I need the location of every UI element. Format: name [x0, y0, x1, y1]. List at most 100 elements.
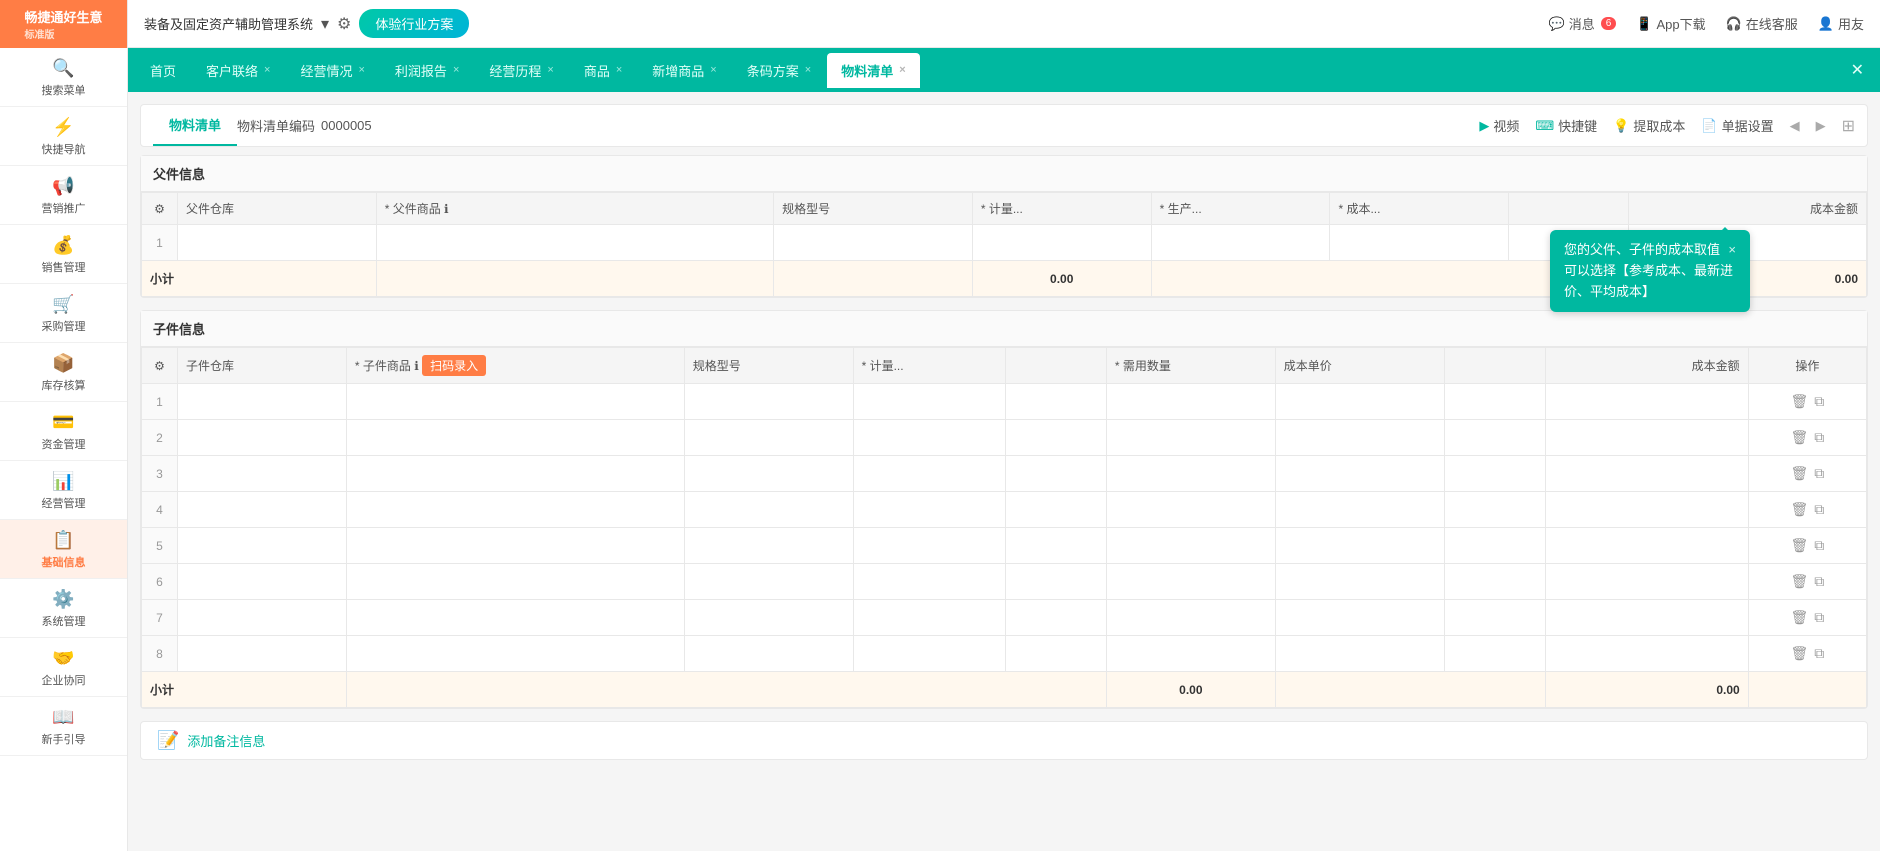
- child-row-4-goods[interactable]: [346, 492, 684, 528]
- child-row-2-warehouse[interactable]: [178, 420, 347, 456]
- child-row-3-warehouse[interactable]: [178, 456, 347, 492]
- delete-icon[interactable]: 🗑: [1790, 465, 1808, 482]
- app-download-item[interactable]: 📱 App下载: [1636, 14, 1705, 33]
- child-row-8-spec[interactable]: [684, 636, 853, 672]
- add-note-button[interactable]: 添加备注信息: [187, 731, 265, 750]
- sidebar-item-purchase[interactable]: 🛒 采购管理: [0, 284, 127, 343]
- child-row-4-warehouse[interactable]: [178, 492, 347, 528]
- child-row-3-quantity[interactable]: [853, 456, 1005, 492]
- user-item[interactable]: 👤 用友: [1818, 14, 1864, 33]
- child-row-2-unit-cost[interactable]: [1275, 420, 1444, 456]
- child-row-7-quantity[interactable]: [853, 600, 1005, 636]
- delete-icon[interactable]: 🗑: [1790, 537, 1808, 554]
- tab-op-status-close[interactable]: ×: [358, 64, 364, 76]
- copy-icon[interactable]: ⧉: [1814, 501, 1824, 518]
- child-row-1-amount[interactable]: [1546, 384, 1749, 420]
- child-row-2-spec[interactable]: [684, 420, 853, 456]
- parent-warehouse-cell[interactable]: [178, 225, 377, 261]
- tab-profit-close[interactable]: ×: [453, 64, 459, 76]
- tab-bom[interactable]: 物料清单 ×: [827, 53, 919, 88]
- child-row-6-goods[interactable]: [346, 564, 684, 600]
- child-row-4-unit-cost[interactable]: [1275, 492, 1444, 528]
- child-row-7-amount[interactable]: [1546, 600, 1749, 636]
- sidebar-item-quick-nav[interactable]: ⚡ 快捷导航: [0, 107, 127, 166]
- child-row-2-need-qty[interactable]: [1106, 420, 1275, 456]
- child-row-8-amount[interactable]: [1546, 636, 1749, 672]
- tab-barcode[interactable]: 条码方案 ×: [733, 53, 825, 88]
- child-row-4-quantity[interactable]: [853, 492, 1005, 528]
- child-row-6-spec[interactable]: [684, 564, 853, 600]
- child-row-7-warehouse[interactable]: [178, 600, 347, 636]
- system-dropdown-button[interactable]: ▾: [321, 14, 329, 34]
- message-item[interactable]: 💬 消息 6: [1549, 14, 1617, 33]
- child-row-7-spec[interactable]: [684, 600, 853, 636]
- tab-home[interactable]: 首页: [136, 53, 190, 88]
- child-row-4-spec[interactable]: [684, 492, 853, 528]
- child-row-3-amount[interactable]: [1546, 456, 1749, 492]
- child-row-1-warehouse[interactable]: [178, 384, 347, 420]
- parent-spec-cell[interactable]: [774, 225, 973, 261]
- child-row-8-quantity[interactable]: [853, 636, 1005, 672]
- tab-operation-history[interactable]: 经营历程 ×: [475, 53, 567, 88]
- child-row-2-amount[interactable]: [1546, 420, 1749, 456]
- child-row-3-need-qty[interactable]: [1106, 456, 1275, 492]
- shortcut-button[interactable]: ⌨ 快捷键: [1535, 116, 1597, 135]
- child-row-3-goods[interactable]: [346, 456, 684, 492]
- tooltip-close-button[interactable]: ×: [1728, 240, 1736, 261]
- child-row-1-spec[interactable]: [684, 384, 853, 420]
- parent-quantity-cell[interactable]: [972, 225, 1151, 261]
- child-row-5-quantity[interactable]: [853, 528, 1005, 564]
- child-row-1-unit-cost[interactable]: [1275, 384, 1444, 420]
- child-row-7-need-qty[interactable]: [1106, 600, 1275, 636]
- child-row-5-spec[interactable]: [684, 528, 853, 564]
- grid-view-button[interactable]: ⊞: [1842, 116, 1855, 136]
- tab-operation-status[interactable]: 经营情况 ×: [286, 53, 378, 88]
- child-row-5-unit-cost[interactable]: [1275, 528, 1444, 564]
- child-row-6-need-qty[interactable]: [1106, 564, 1275, 600]
- copy-icon[interactable]: ⧉: [1814, 465, 1824, 482]
- copy-icon[interactable]: ⧉: [1814, 429, 1824, 446]
- sidebar-item-sales[interactable]: 💰 销售管理: [0, 225, 127, 284]
- extract-cost-button[interactable]: 💡 提取成本: [1613, 116, 1685, 135]
- copy-icon[interactable]: ⧉: [1814, 645, 1824, 662]
- sidebar-item-guide[interactable]: 📖 新手引导: [0, 697, 127, 756]
- sidebar-item-marketing[interactable]: 📢 营销推广: [0, 166, 127, 225]
- sidebar-item-enterprise[interactable]: 🤝 企业协同: [0, 638, 127, 697]
- delete-icon[interactable]: 🗑: [1790, 609, 1808, 626]
- child-row-4-need-qty[interactable]: [1106, 492, 1275, 528]
- child-row-5-need-qty[interactable]: [1106, 528, 1275, 564]
- child-row-8-unit-cost[interactable]: [1275, 636, 1444, 672]
- child-row-1-quantity[interactable]: [853, 384, 1005, 420]
- parent-production-cell[interactable]: [1151, 225, 1330, 261]
- delete-icon[interactable]: 🗑: [1790, 573, 1808, 590]
- sidebar-item-system[interactable]: ⚙️ 系统管理: [0, 579, 127, 638]
- delete-icon[interactable]: 🗑: [1790, 645, 1808, 662]
- child-row-8-need-qty[interactable]: [1106, 636, 1275, 672]
- trial-button[interactable]: 体验行业方案: [359, 9, 469, 38]
- sidebar-item-basic-info[interactable]: 📋 基础信息: [0, 520, 127, 579]
- child-row-4-amount[interactable]: [1546, 492, 1749, 528]
- sidebar-item-search[interactable]: 🔍 搜索菜单: [0, 48, 127, 107]
- child-row-8-warehouse[interactable]: [178, 636, 347, 672]
- sub-tab-bom-list[interactable]: 物料清单: [153, 105, 237, 146]
- copy-icon[interactable]: ⧉: [1814, 537, 1824, 554]
- child-row-6-unit-cost[interactable]: [1275, 564, 1444, 600]
- tab-new-goods[interactable]: 新增商品 ×: [638, 53, 730, 88]
- nav-next-button[interactable]: ▶: [1816, 118, 1826, 134]
- delete-icon[interactable]: 🗑: [1790, 501, 1808, 518]
- child-row-6-quantity[interactable]: [853, 564, 1005, 600]
- child-row-6-amount[interactable]: [1546, 564, 1749, 600]
- child-row-3-unit-cost[interactable]: [1275, 456, 1444, 492]
- tab-bom-close[interactable]: ×: [899, 64, 905, 76]
- child-row-3-spec[interactable]: [684, 456, 853, 492]
- child-row-5-goods[interactable]: [346, 528, 684, 564]
- copy-icon[interactable]: ⧉: [1814, 573, 1824, 590]
- child-row-7-goods[interactable]: [346, 600, 684, 636]
- sidebar-item-finance[interactable]: 💳 资金管理: [0, 402, 127, 461]
- parent-cost-cell[interactable]: [1330, 225, 1509, 261]
- child-row-7-unit-cost[interactable]: [1275, 600, 1444, 636]
- tab-customer[interactable]: 客户联络 ×: [192, 53, 284, 88]
- nav-prev-button[interactable]: ◀: [1790, 118, 1800, 134]
- scan-input-button[interactable]: 扫码录入: [422, 355, 486, 376]
- settings-icon[interactable]: ⚙: [337, 14, 351, 34]
